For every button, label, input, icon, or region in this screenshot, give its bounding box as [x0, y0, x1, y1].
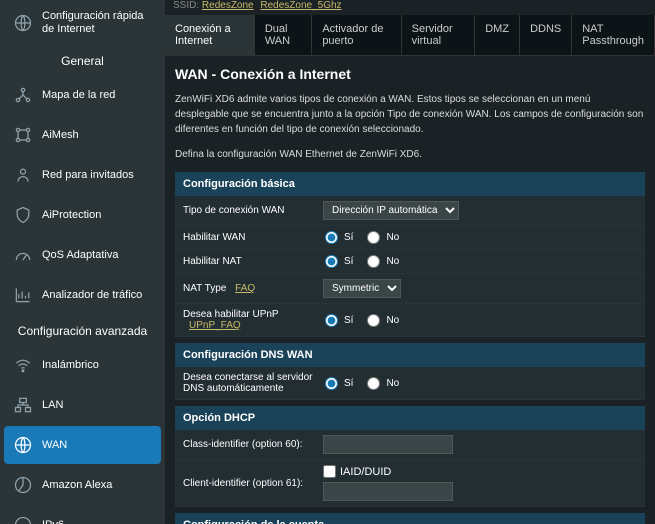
sidebar-item-lan[interactable]: LAN: [4, 386, 161, 424]
section-basic: Configuración básica: [175, 172, 645, 196]
tab-nat-pass[interactable]: NAT Passthrough: [572, 15, 655, 55]
section-title-general: General: [0, 46, 165, 74]
nav-label: Analizador de tráfico: [42, 289, 142, 302]
sidebar-item-wan[interactable]: WAN: [4, 426, 161, 464]
yes-label: Sí: [344, 378, 353, 389]
radio-nat-no[interactable]: [367, 255, 380, 268]
tab-virtual-server[interactable]: Servidor virtual: [402, 15, 476, 55]
tab-dmz[interactable]: DMZ: [475, 15, 520, 55]
lan-icon: [12, 394, 34, 416]
select-wan-type[interactable]: Dirección IP automática: [323, 201, 459, 220]
tab-ddns[interactable]: DDNS: [520, 15, 572, 55]
input-client-id[interactable]: [323, 482, 453, 501]
sidebar-item-alexa[interactable]: Amazon Alexa: [4, 466, 161, 504]
iaid-label: IAID/DUID: [340, 466, 391, 478]
nav-label: Amazon Alexa: [42, 479, 112, 492]
nav-label: AiProtection: [42, 209, 101, 222]
select-nat-type[interactable]: Symmetric: [323, 279, 401, 298]
nav-label: IPv6: [42, 519, 64, 524]
tab-port-trigger[interactable]: Activador de puerto: [312, 15, 401, 55]
alexa-icon: [12, 474, 34, 496]
no-label: No: [386, 378, 399, 389]
sidebar-item-guest-network[interactable]: Red para invitados: [4, 156, 161, 194]
sidebar-item-aimesh[interactable]: AiMesh: [4, 116, 161, 154]
label-dns-auto: Desea conectarse al servidor DNS automát…: [183, 372, 323, 394]
radio-wan-yes[interactable]: [325, 231, 338, 244]
label-nat-type: NAT Type FAQ: [183, 283, 323, 294]
radio-wan-no[interactable]: [367, 231, 380, 244]
section-dns: Configuración DNS WAN: [175, 343, 645, 367]
sidebar-item-aiprotection[interactable]: AiProtection: [4, 196, 161, 234]
sidebar-item-quick-setup[interactable]: Configuración rápida de Internet: [4, 2, 161, 44]
tab-internet[interactable]: Conexión a Internet: [165, 15, 255, 55]
main-content: SSID: RedesZone RedesZone_5Ghz Conexión …: [165, 0, 655, 524]
label-wan-type: Tipo de conexión WAN: [183, 205, 323, 216]
label-class-id: Class-identifier (option 60):: [183, 439, 323, 450]
mesh-icon: [12, 124, 34, 146]
yes-label: Sí: [344, 256, 353, 267]
globe-icon: [12, 434, 34, 456]
label-client-id: Client-identifier (option 61):: [183, 478, 323, 489]
no-label: No: [386, 256, 399, 267]
radio-nat-yes[interactable]: [325, 255, 338, 268]
nav-label: WAN: [42, 439, 67, 452]
input-class-id[interactable]: [323, 435, 453, 454]
section-dhcp: Opción DHCP: [175, 406, 645, 430]
globe-icon: [12, 12, 34, 34]
gauge-icon: [12, 244, 34, 266]
section-title-advanced: Configuración avanzada: [0, 316, 165, 344]
no-label: No: [386, 315, 399, 326]
sidebar-item-network-map[interactable]: Mapa de la red: [4, 76, 161, 114]
nav-label: Inalámbrico: [42, 359, 99, 372]
nav-label: Mapa de la red: [42, 89, 115, 102]
section-account: Configuración de la cuenta: [175, 513, 645, 524]
no-label: No: [386, 232, 399, 243]
ssid-link[interactable]: RedesZone_5Ghz: [260, 0, 341, 11]
nav-label: QoS Adaptativa: [42, 249, 118, 262]
nav-label: AiMesh: [42, 129, 79, 142]
sidebar-item-qos[interactable]: QoS Adaptativa: [4, 236, 161, 274]
page-title: WAN - Conexión a Internet: [175, 66, 645, 82]
sidebar-item-wireless[interactable]: Inalámbrico: [4, 346, 161, 384]
ssid-bar: SSID: RedesZone RedesZone_5Ghz: [165, 0, 655, 15]
sidebar-item-traffic[interactable]: Analizador de tráfico: [4, 276, 161, 314]
map-icon: [12, 84, 34, 106]
nav-label: Configuración rápida de Internet: [42, 10, 153, 36]
guest-icon: [12, 164, 34, 186]
label-enable-wan: Habilitar WAN: [183, 232, 323, 243]
faq-link[interactable]: FAQ: [235, 283, 255, 294]
nav-label: LAN: [42, 399, 63, 412]
checkbox-iaid[interactable]: [323, 465, 336, 478]
chart-icon: [12, 284, 34, 306]
radio-dns-no[interactable]: [367, 377, 380, 390]
upnp-faq-link[interactable]: UPnP_FAQ: [189, 320, 241, 331]
description-2: Defina la configuración WAN Ethernet de …: [175, 147, 645, 162]
sidebar-item-ipv6[interactable]: IPv6: [4, 506, 161, 524]
ipv6-icon: [12, 514, 34, 524]
radio-dns-yes[interactable]: [325, 377, 338, 390]
nav-label: Red para invitados: [42, 169, 134, 182]
ssid-link[interactable]: RedesZone: [202, 0, 254, 11]
sidebar: Configuración rápida de Internet General…: [0, 0, 165, 524]
tabs: Conexión a Internet Dual WAN Activador d…: [165, 15, 655, 56]
radio-upnp-no[interactable]: [367, 314, 380, 327]
ssid-label: SSID:: [173, 0, 199, 11]
label-enable-nat: Habilitar NAT: [183, 256, 323, 267]
yes-label: Sí: [344, 232, 353, 243]
radio-upnp-yes[interactable]: [325, 314, 338, 327]
label-upnp: Desea habilitar UPnP UPnP_FAQ: [183, 309, 323, 331]
description-1: ZenWiFi XD6 admite varios tipos de conex…: [175, 92, 645, 137]
shield-icon: [12, 204, 34, 226]
tab-dual-wan[interactable]: Dual WAN: [255, 15, 313, 55]
wifi-icon: [12, 354, 34, 376]
yes-label: Sí: [344, 315, 353, 326]
